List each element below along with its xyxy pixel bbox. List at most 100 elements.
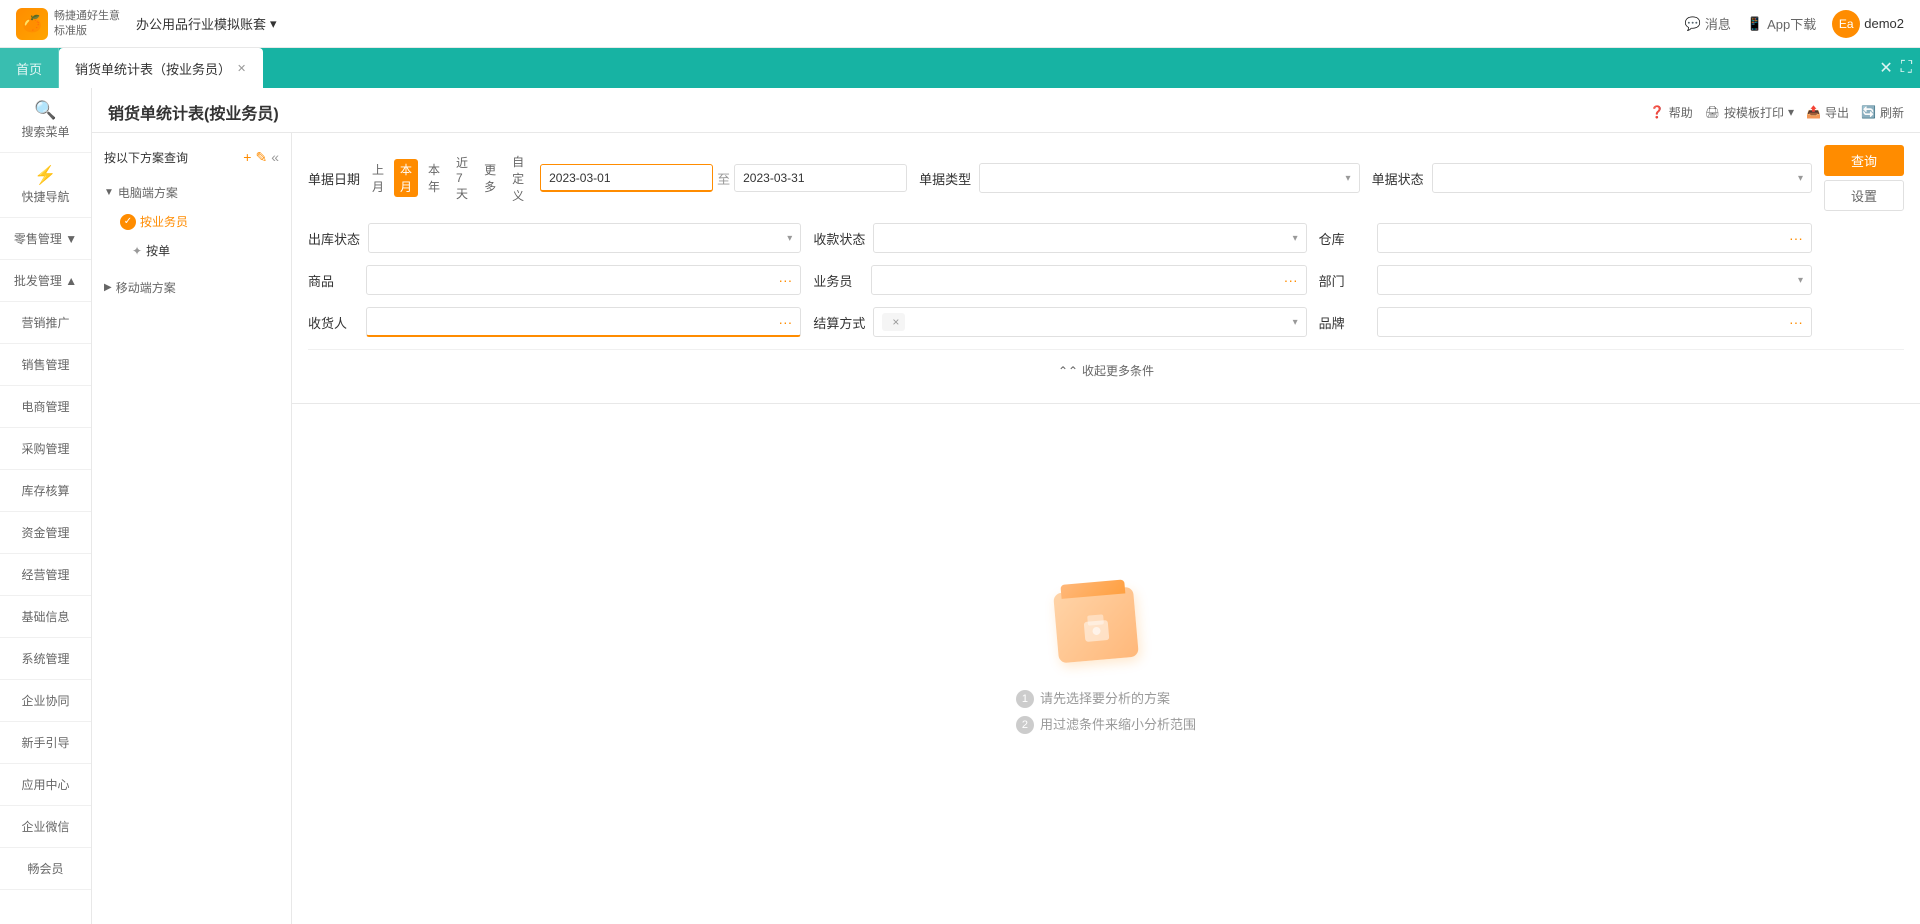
tab-close-icon[interactable]: ✕ xyxy=(237,62,246,75)
dept-control[interactable]: ▾ xyxy=(1377,265,1812,295)
tab-expand-btn[interactable]: ⛶ xyxy=(1901,59,1912,77)
scheme-sub-item-by-order[interactable]: ✦ 按单 xyxy=(92,236,291,265)
doc-status-control[interactable]: ▾ xyxy=(1432,163,1812,193)
quick-nav-icon: ⚡ xyxy=(8,165,83,186)
page-title-bar: 销货单统计表(按业务员) ❓ 帮助 🖨 按模板打印 ▾ 📤 导出 🔄 刷新 xyxy=(92,88,1920,133)
filter-date-item: 单据日期 上月 本月 本年 近7天 更多 自定义 至 xyxy=(308,151,907,206)
salesperson-dots[interactable]: ··· xyxy=(1284,272,1298,288)
sidebar-item-corp[interactable]: 企业协同 xyxy=(0,680,91,722)
main-layout: 🔍 搜索菜单 ⚡ 快捷导航 零售管理 ▼ 批发管理 ▲ 营销推广 销售管理 电商… xyxy=(0,88,1920,924)
date-from-input[interactable] xyxy=(540,164,713,192)
retail-label: 零售管理 xyxy=(14,232,62,246)
sidebar-item-member[interactable]: 畅会员 xyxy=(0,848,91,890)
sidebar-item-ecommerce[interactable]: 电商管理 xyxy=(0,386,91,428)
date-tab-this-year[interactable]: 本年 xyxy=(422,159,446,197)
dept-label: 部门 xyxy=(1319,271,1369,290)
retail-arrow: ▼ xyxy=(65,232,77,246)
empty-state: 1 请先选择要分析的方案 2 用过滤条件来缩小分析范围 xyxy=(292,404,1920,924)
sidebar-item-marketing[interactable]: 营销推广 xyxy=(0,302,91,344)
settlement-control[interactable]: × ▾ xyxy=(873,307,1306,337)
collapse-label: 收起更多条件 xyxy=(1082,362,1154,379)
warehouse-control[interactable]: ··· xyxy=(1377,223,1812,253)
scheme-item-by-salesperson[interactable]: ✓ 按业务员 xyxy=(92,207,291,236)
scheme-panel-header: 按以下方案查询 + ✎ « xyxy=(92,141,291,174)
goods-label: 商品 xyxy=(308,271,358,290)
user-area[interactable]: Ea demo2 xyxy=(1832,10,1904,38)
content-area: 销货单统计表(按业务员) ❓ 帮助 🖨 按模板打印 ▾ 📤 导出 🔄 刷新 xyxy=(92,88,1920,924)
tab-sales-stat[interactable]: 销货单统计表（按业务员） ✕ xyxy=(59,48,263,88)
doc-type-control[interactable]: ▾ xyxy=(979,163,1359,193)
refresh-btn[interactable]: 🔄 刷新 xyxy=(1861,104,1904,121)
tab-close-window-btn[interactable]: ✕ xyxy=(1879,58,1892,78)
query-button[interactable]: 查询 xyxy=(1824,145,1904,176)
brand-control[interactable]: ··· xyxy=(1377,307,1812,337)
receiver-control[interactable]: ··· xyxy=(366,307,801,337)
tab-home-label: 首页 xyxy=(16,59,42,78)
brand-dots[interactable]: ··· xyxy=(1789,314,1803,330)
scheme-add-icon[interactable]: + xyxy=(243,149,251,166)
scheme-group-mobile: ▶ 移动端方案 xyxy=(92,269,291,306)
sidebar-item-basic[interactable]: 基础信息 xyxy=(0,596,91,638)
goods-dots[interactable]: ··· xyxy=(778,272,792,288)
filter-goods: 商品 ··· xyxy=(308,265,801,295)
app-dropdown[interactable]: 办公用品行业模拟账套 ▾ xyxy=(128,10,285,37)
collapse-btn[interactable]: ⌃⌃ 收起更多条件 xyxy=(1046,358,1166,383)
sidebar-quick-nav[interactable]: ⚡ 快捷导航 xyxy=(0,153,91,218)
warehouse-label: 仓库 xyxy=(1319,229,1369,248)
sidebar-item-sales[interactable]: 销售管理 xyxy=(0,344,91,386)
settlement-clear-btn[interactable]: × xyxy=(892,315,899,329)
help-btn[interactable]: ❓ 帮助 xyxy=(1650,104,1693,121)
export-btn[interactable]: 📤 导出 xyxy=(1806,104,1849,121)
empty-num-2: 2 xyxy=(1016,716,1034,734)
sidebar-item-business[interactable]: 经营管理 xyxy=(0,554,91,596)
collapse-btn-row: ⌃⌃ 收起更多条件 xyxy=(308,349,1904,391)
sidebar-item-wholesale[interactable]: 批发管理 ▲ xyxy=(0,260,91,302)
header-left: 🍊 畅捷通好生意 标准版 办公用品行业模拟账套 ▾ xyxy=(16,8,285,40)
sidebar-item-wechat[interactable]: 企业微信 xyxy=(0,806,91,848)
page-title: 销货单统计表(按业务员) xyxy=(108,100,279,124)
date-tab-custom[interactable]: 自定义 xyxy=(506,151,532,206)
member-label: 畅会员 xyxy=(27,862,63,876)
filter-receiver: 收货人 ··· xyxy=(308,307,801,337)
goods-control[interactable]: ··· xyxy=(366,265,801,295)
sidebar-item-system[interactable]: 系统管理 xyxy=(0,638,91,680)
scheme-edit-icon[interactable]: ✎ xyxy=(255,149,267,166)
pay-status-chevron: ▾ xyxy=(1293,233,1298,244)
scheme-panel: 按以下方案查询 + ✎ « ▼ 电脑端方案 ✓ 按业务员 xyxy=(92,133,292,924)
scheme-group-desktop-header[interactable]: ▼ 电脑端方案 xyxy=(92,178,291,207)
scheme-sub-item-by-order-label: 按单 xyxy=(146,242,170,259)
scheme-group-desktop-label: 电脑端方案 xyxy=(118,184,178,201)
sidebar-item-newbie[interactable]: 新手引导 xyxy=(0,722,91,764)
scheme-collapse-icon[interactable]: « xyxy=(271,149,279,166)
print-icon: 🖨 xyxy=(1705,105,1720,119)
sidebar-item-inventory[interactable]: 库存核算 xyxy=(0,470,91,512)
scheme-group-mobile-header[interactable]: ▶ 移动端方案 xyxy=(92,273,291,302)
print-btn[interactable]: 🖨 按模板打印 ▾ xyxy=(1705,104,1794,121)
salesperson-control[interactable]: ··· xyxy=(871,265,1306,295)
receiver-dots[interactable]: ··· xyxy=(778,314,792,330)
message-btn[interactable]: 💬 消息 xyxy=(1685,14,1731,33)
sidebar-item-apps[interactable]: 应用中心 xyxy=(0,764,91,806)
app-download-btn[interactable]: 📱 App下载 xyxy=(1747,14,1816,33)
doc-status-chevron: ▾ xyxy=(1798,173,1803,184)
date-tab-this-month[interactable]: 本月 xyxy=(394,159,418,197)
date-tab-7days[interactable]: 近7天 xyxy=(450,152,474,204)
sidebar-item-finance[interactable]: 资金管理 xyxy=(0,512,91,554)
date-to-input[interactable] xyxy=(734,164,907,192)
setting-button[interactable]: 设置 xyxy=(1824,180,1904,211)
date-tab-last-month[interactable]: 上月 xyxy=(366,159,390,197)
date-tab-more[interactable]: 更多 xyxy=(478,159,502,197)
filter-dept: 部门 ▾ xyxy=(1319,265,1812,295)
date-label: 单据日期 xyxy=(308,169,358,188)
sidebar-item-purchase[interactable]: 采购管理 xyxy=(0,428,91,470)
pay-status-control[interactable]: ▾ xyxy=(873,223,1306,253)
sidebar-search-menu[interactable]: 🔍 搜索菜单 xyxy=(0,88,91,153)
filter-doc-status: 单据状态 ▾ xyxy=(1372,163,1812,193)
warehouse-dots[interactable]: ··· xyxy=(1789,230,1803,246)
purchase-label: 采购管理 xyxy=(21,442,69,456)
corp-label: 企业协同 xyxy=(21,694,69,708)
stock-status-control[interactable]: ▾ xyxy=(368,223,801,253)
tab-home[interactable]: 首页 xyxy=(0,48,59,88)
dropdown-chevron: ▾ xyxy=(270,16,277,32)
sidebar-item-retail[interactable]: 零售管理 ▼ xyxy=(0,218,91,260)
